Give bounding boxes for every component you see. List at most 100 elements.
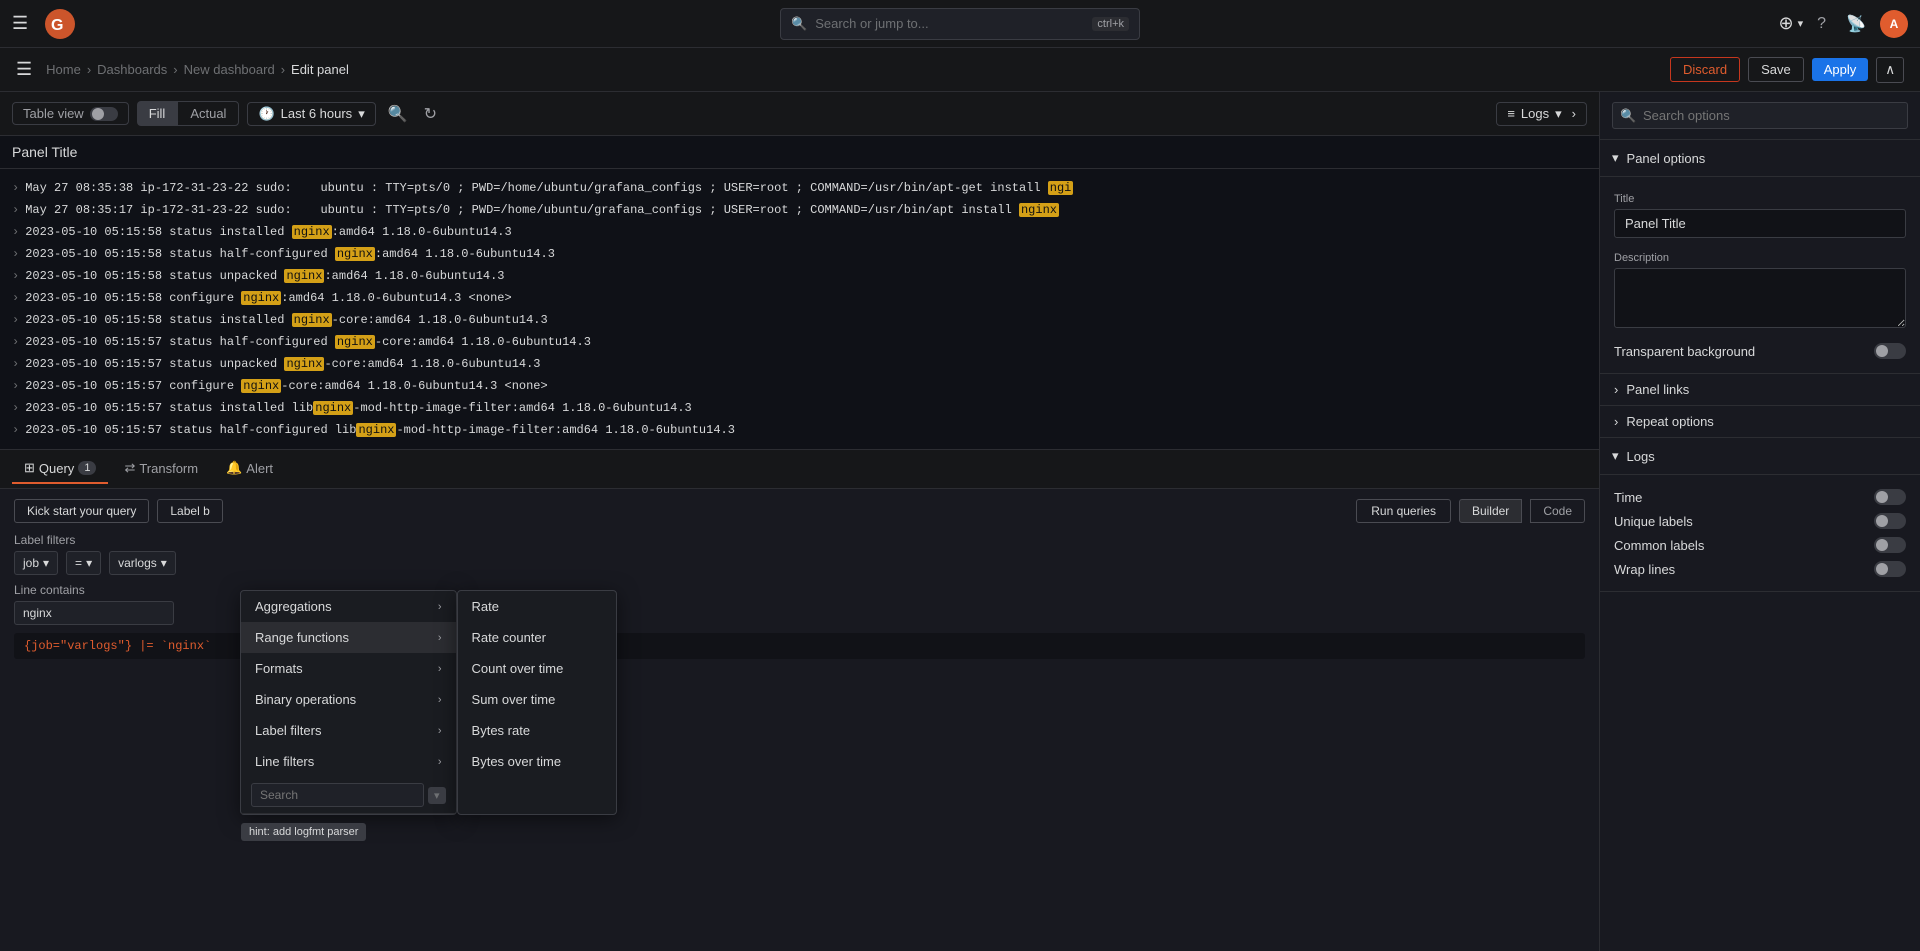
kick-start-button[interactable]: Kick start your query	[14, 499, 149, 523]
tab-alert[interactable]: 🔔 Alert	[214, 454, 285, 484]
refresh-button[interactable]: ↻	[420, 100, 441, 128]
wrap-lines-label: Wrap lines	[1614, 562, 1675, 577]
fill-button[interactable]: Fill	[137, 101, 178, 126]
list-icon: ≡	[1507, 106, 1515, 121]
run-queries-button[interactable]: Run queries	[1356, 499, 1451, 523]
save-button[interactable]: Save	[1748, 57, 1804, 82]
repeat-options-label: Repeat options	[1626, 414, 1713, 429]
tab-transform[interactable]: ⇄ Transform	[112, 454, 210, 484]
global-search-bar[interactable]: 🔍 Search or jump to... ctrl+k	[780, 8, 1140, 40]
expand-icon[interactable]: ›	[12, 200, 19, 220]
avatar[interactable]: A	[1880, 10, 1908, 38]
line-contains-input[interactable]	[14, 601, 174, 625]
table-view-switch[interactable]	[90, 107, 118, 121]
code-button[interactable]: Code	[1530, 499, 1585, 523]
submenu-item-sum-over-time[interactable]: Sum over time	[458, 684, 616, 715]
menu-item-label-filters[interactable]: Label filters ›	[241, 715, 456, 746]
time-toggle[interactable]	[1874, 489, 1906, 505]
expand-icon[interactable]: ›	[12, 354, 19, 374]
label-filters-label: Label filters	[255, 723, 321, 738]
apply-button[interactable]: Apply	[1812, 58, 1869, 81]
sum-over-time-label: Sum over time	[472, 692, 556, 707]
repeat-options-item[interactable]: › Repeat options	[1600, 406, 1920, 438]
menu-search-input[interactable]	[251, 783, 424, 807]
expand-icon[interactable]: ›	[12, 420, 19, 440]
help-button[interactable]: ?	[1811, 11, 1832, 37]
expand-icon: ›	[1572, 106, 1576, 121]
breadcrumb-edit-panel: Edit panel	[291, 62, 349, 77]
range-functions-label: Range functions	[255, 630, 349, 645]
expand-icon[interactable]: ›	[12, 288, 19, 308]
center-panel: Table view Fill Actual 🕐 Last 6 hours ▾ …	[0, 92, 1600, 951]
add-panel-button[interactable]: ⊕ ▾	[1779, 13, 1804, 34]
log-line: › May 27 08:35:38 ip-172-31-23-22 sudo: …	[12, 177, 1587, 199]
unique-labels-row: Unique labels	[1614, 509, 1906, 533]
actual-button[interactable]: Actual	[177, 101, 239, 126]
tab-query[interactable]: ⊞ Query 1	[12, 454, 108, 484]
table-view-toggle[interactable]: Table view	[12, 102, 129, 125]
chevron-right-icon: ›	[1614, 382, 1618, 397]
builder-button[interactable]: Builder	[1459, 499, 1522, 523]
breadcrumb: Home › Dashboards › New dashboard › Edit…	[46, 62, 349, 77]
label-b-button[interactable]: Label b	[157, 499, 222, 523]
expand-icon[interactable]: ›	[12, 222, 19, 242]
expand-icon[interactable]: ›	[12, 398, 19, 418]
description-textarea[interactable]	[1614, 268, 1906, 328]
collapse-button[interactable]: ∧	[1876, 57, 1904, 83]
zoom-out-button[interactable]: 🔍	[384, 100, 412, 128]
submenu-item-bytes-over-time[interactable]: Bytes over time	[458, 746, 616, 777]
menu-icon[interactable]: ☰	[12, 13, 28, 34]
news-button[interactable]: 📡	[1840, 10, 1872, 38]
unique-labels-toggle[interactable]	[1874, 513, 1906, 529]
expand-icon[interactable]: ›	[12, 332, 19, 352]
search-dropdown-toggle[interactable]: ▾	[428, 787, 446, 804]
panel-options-section-header[interactable]: ▾ Panel options	[1600, 140, 1920, 177]
menu-item-formats[interactable]: Formats ›	[241, 653, 456, 684]
common-labels-toggle[interactable]	[1874, 537, 1906, 553]
wrap-lines-toggle[interactable]	[1874, 561, 1906, 577]
panel-title-input[interactable]	[1614, 209, 1906, 238]
breadcrumb-home[interactable]: Home	[46, 62, 81, 77]
submenu-item-bytes-rate[interactable]: Bytes rate	[458, 715, 616, 746]
panel-links-item[interactable]: › Panel links	[1600, 374, 1920, 406]
expand-icon[interactable]: ›	[12, 266, 19, 286]
chevron-down-icon: ▾	[86, 556, 92, 570]
log-line: › 2023-05-10 05:15:58 status installed n…	[12, 221, 1587, 243]
transparent-bg-toggle[interactable]	[1874, 343, 1906, 359]
filter-job-label: job	[23, 556, 39, 570]
breadcrumb-new-dashboard[interactable]: New dashboard	[184, 62, 275, 77]
menu-item-range-functions[interactable]: Range functions ›	[241, 622, 456, 653]
expand-icon[interactable]: ›	[12, 376, 19, 396]
search-icon: 🔍	[791, 16, 807, 32]
tab-transform-label: Transform	[139, 461, 198, 476]
menu-item-aggregations[interactable]: Aggregations ›	[241, 591, 456, 622]
expand-icon[interactable]: ›	[12, 244, 19, 264]
filter-val-select[interactable]: varlogs ▾	[109, 551, 176, 575]
logs-section-header[interactable]: ▾ Logs	[1600, 438, 1920, 475]
filter-eq-select[interactable]: = ▾	[66, 551, 101, 575]
chevron-right-icon: ›	[438, 601, 442, 613]
time-range-picker[interactable]: 🕐 Last 6 hours ▾	[247, 102, 375, 126]
discard-button[interactable]: Discard	[1670, 57, 1740, 82]
unique-labels-label: Unique labels	[1614, 514, 1693, 529]
panel-options-label: Panel options	[1627, 151, 1706, 166]
breadcrumb-dashboards[interactable]: Dashboards	[97, 62, 167, 77]
expand-icon[interactable]: ›	[12, 178, 19, 198]
filter-job-select[interactable]: job ▾	[14, 551, 58, 575]
submenu-item-count-over-time[interactable]: Count over time	[458, 653, 616, 684]
submenu-item-rate[interactable]: Rate	[458, 591, 616, 622]
options-search-input[interactable]	[1612, 102, 1908, 129]
aggregations-label: Aggregations	[255, 599, 332, 614]
submenu-item-rate-counter[interactable]: Rate counter	[458, 622, 616, 653]
sidebar-toggle[interactable]: ☰	[16, 59, 32, 80]
visualization-label[interactable]: ≡ Logs ▾ ›	[1496, 102, 1587, 126]
log-line: › 2023-05-10 05:15:58 configure nginx:am…	[12, 287, 1587, 309]
query-icon: ⊞	[24, 460, 35, 476]
time-label: Time	[1614, 490, 1642, 505]
log-line: › May 27 08:35:17 ip-172-31-23-22 sudo: …	[12, 199, 1587, 221]
expand-icon[interactable]: ›	[12, 310, 19, 330]
tab-alert-label: Alert	[246, 461, 273, 476]
menu-item-line-filters[interactable]: Line filters ›	[241, 746, 456, 777]
panel-toolbar: Table view Fill Actual 🕐 Last 6 hours ▾ …	[0, 92, 1599, 136]
menu-item-binary-operations[interactable]: Binary operations ›	[241, 684, 456, 715]
